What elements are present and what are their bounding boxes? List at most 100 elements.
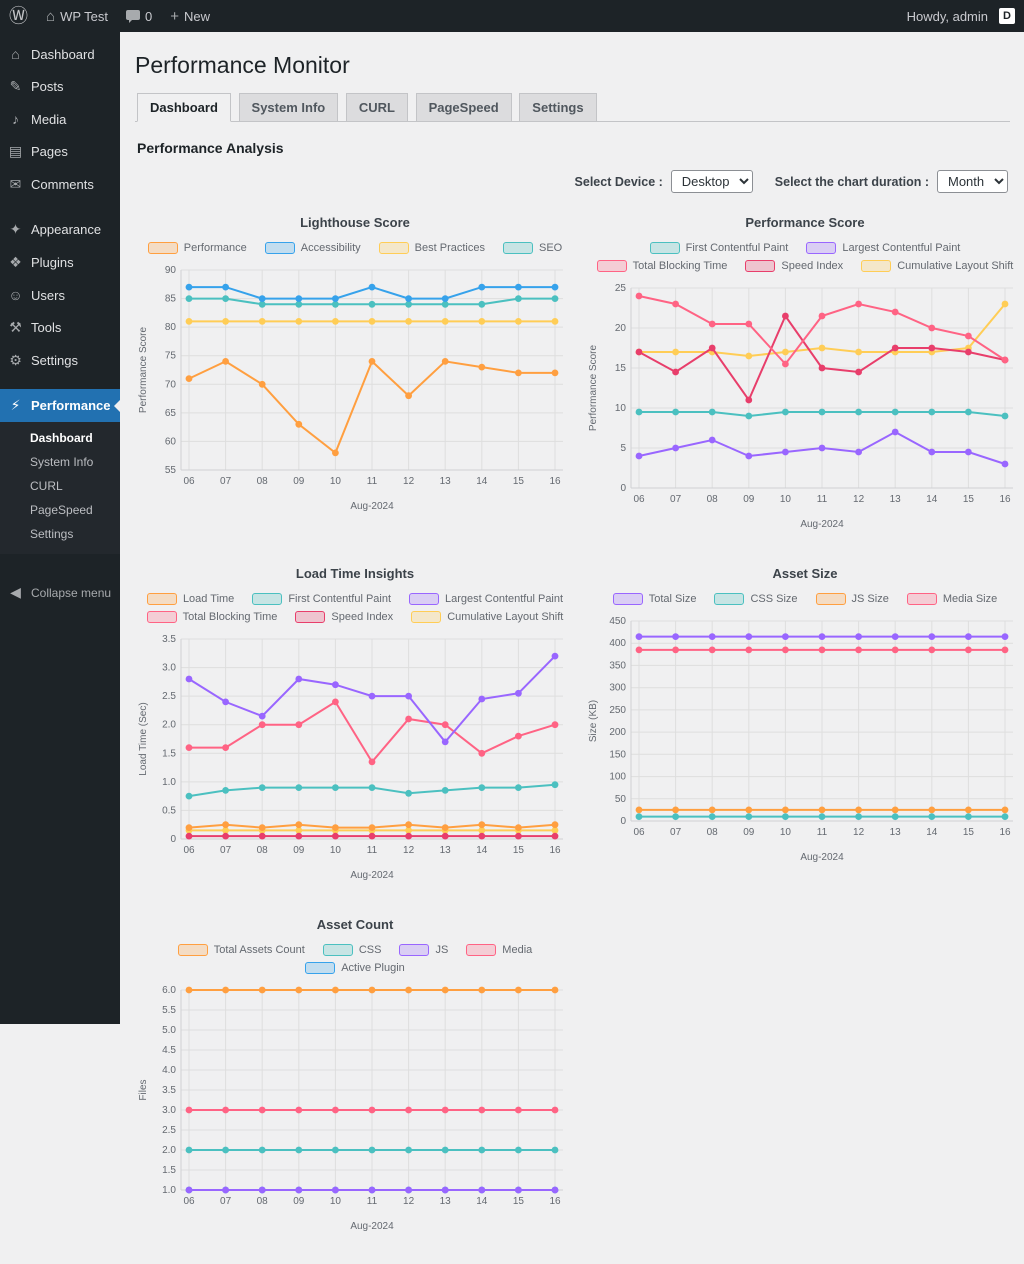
sidebar-item-tools[interactable]: ⚒ Tools [0, 311, 120, 344]
legend-item[interactable]: Largest Contentful Paint [806, 242, 960, 254]
sidebar-item-label: Tools [31, 320, 61, 335]
svg-text:06: 06 [183, 1196, 195, 1207]
submenu-item-dashboard[interactable]: Dashboard [0, 426, 120, 450]
legend-label: Accessibility [301, 242, 361, 254]
site-name-link[interactable]: ⌂ WP Test [37, 0, 117, 32]
sidebar-item-settings[interactable]: ⚙ Settings [0, 344, 120, 377]
users-icon: ☺ [8, 287, 23, 303]
line-chart: 55606570758085900607080910111213141516Au… [135, 262, 575, 514]
legend-item[interactable]: First Contentful Paint [650, 242, 789, 254]
comments-counter[interactable]: 0 [117, 0, 161, 32]
legend-swatch [650, 242, 680, 254]
duration-select[interactable]: Month [937, 170, 1008, 193]
device-select[interactable]: Desktop [671, 170, 753, 193]
svg-text:90: 90 [165, 265, 177, 276]
new-content-button[interactable]: + New [161, 0, 219, 32]
svg-text:85: 85 [165, 294, 177, 305]
legend-item[interactable]: JS [399, 944, 448, 956]
svg-text:15: 15 [513, 1196, 525, 1207]
legend-item[interactable]: Load Time [147, 593, 234, 605]
legend-item[interactable]: Performance [148, 242, 247, 254]
chart-lighthouse-score: Lighthouse Score PerformanceAccessibilit… [135, 215, 575, 532]
tab-system-info[interactable]: System Info [239, 93, 339, 122]
sidebar-item-performance[interactable]: ⚡ Performance [0, 389, 120, 422]
sidebar-item-label: Dashboard [31, 47, 95, 62]
legend-item[interactable]: JS Size [816, 593, 889, 605]
sidebar-item-users[interactable]: ☺ Users [0, 279, 120, 311]
svg-text:Performance Score: Performance Score [138, 326, 149, 413]
svg-text:15: 15 [963, 494, 975, 505]
svg-text:300: 300 [609, 683, 626, 694]
tab-curl[interactable]: CURL [346, 93, 408, 122]
collapse-menu-wrap: ◀ Collapse menu [0, 554, 120, 609]
my-account-menu[interactable]: Howdy, admin D [898, 0, 1024, 32]
legend-item[interactable]: Media Size [907, 593, 997, 605]
plugins-icon: ❖ [8, 254, 23, 271]
legend-swatch [379, 242, 409, 254]
legend-item[interactable]: CSS Size [714, 593, 797, 605]
submenu-item-pagespeed[interactable]: PageSpeed [0, 498, 120, 522]
chart-title: Performance Score [745, 215, 864, 230]
dashboard-icon: ⌂ [8, 46, 23, 62]
svg-text:13: 13 [440, 845, 452, 856]
wordpress-logo[interactable]: Ⓦ [0, 0, 37, 32]
svg-text:07: 07 [220, 1196, 232, 1207]
sidebar-item-pages[interactable]: ▤ Pages [0, 135, 120, 168]
tools-icon: ⚒ [8, 319, 23, 336]
svg-text:11: 11 [817, 827, 828, 838]
legend-swatch [466, 944, 496, 956]
chart-legend: Load Time First Contentful Paint Largest C… [145, 593, 565, 623]
legend-item[interactable]: SEO [503, 242, 562, 254]
svg-text:70: 70 [165, 379, 177, 390]
svg-text:5: 5 [620, 443, 626, 454]
svg-text:11: 11 [367, 845, 378, 856]
svg-text:06: 06 [633, 827, 645, 838]
collapse-menu-button[interactable]: ◀ Collapse menu [0, 576, 120, 609]
svg-text:400: 400 [609, 638, 626, 649]
legend-item[interactable]: Speed Index [295, 611, 393, 623]
legend-item[interactable]: Total Size [613, 593, 697, 605]
legend-item[interactable]: Active Plugin [305, 962, 405, 974]
comments-count: 0 [145, 9, 152, 24]
legend-item[interactable]: Largest Contentful Paint [409, 593, 563, 605]
svg-text:11: 11 [817, 494, 828, 505]
legend-label: Speed Index [331, 611, 393, 623]
sidebar-item-plugins[interactable]: ❖ Plugins [0, 246, 120, 279]
svg-text:75: 75 [165, 351, 177, 362]
legend-item[interactable]: Best Practices [379, 242, 485, 254]
svg-text:150: 150 [609, 749, 626, 760]
svg-text:1.0: 1.0 [162, 777, 176, 788]
legend-swatch [399, 944, 429, 956]
legend-item[interactable]: Total Assets Count [178, 944, 305, 956]
sidebar-item-label: Pages [31, 144, 68, 159]
sidebar-item-posts[interactable]: ✎ Posts [0, 70, 120, 103]
legend-item[interactable]: Media [466, 944, 532, 956]
legend-label: First Contentful Paint [288, 593, 391, 605]
plus-icon: + [170, 9, 179, 24]
legend-item[interactable]: Accessibility [265, 242, 361, 254]
sidebar-item-media[interactable]: ♪ Media [0, 103, 120, 135]
submenu-item-settings[interactable]: Settings [0, 522, 120, 546]
tab-dashboard[interactable]: Dashboard [137, 93, 231, 122]
svg-text:10: 10 [615, 403, 627, 414]
sidebar-item-comments[interactable]: ✉ Comments [0, 168, 120, 201]
legend-item[interactable]: CSS [323, 944, 382, 956]
legend-item[interactable]: Cumulative Layout Shift [411, 611, 563, 623]
svg-text:Aug-2024: Aug-2024 [350, 1221, 394, 1232]
tab-pagespeed[interactable]: PageSpeed [416, 93, 512, 122]
submenu-item-system-info[interactable]: System Info [0, 450, 120, 474]
svg-text:15: 15 [513, 845, 525, 856]
sidebar-item-appearance[interactable]: ✦ Appearance [0, 213, 120, 246]
legend-label: Load Time [183, 593, 234, 605]
legend-item[interactable]: Cumulative Layout Shift [861, 260, 1013, 272]
legend-item[interactable]: Speed Index [745, 260, 843, 272]
submenu-item-curl[interactable]: CURL [0, 474, 120, 498]
legend-item[interactable]: First Contentful Paint [252, 593, 391, 605]
svg-text:200: 200 [609, 727, 626, 738]
legend-label: Largest Contentful Paint [445, 593, 563, 605]
legend-item[interactable]: Total Blocking Time [597, 260, 728, 272]
legend-label: Media [502, 944, 532, 956]
legend-item[interactable]: Total Blocking Time [147, 611, 278, 623]
sidebar-item-dashboard[interactable]: ⌂ Dashboard [0, 38, 120, 70]
tab-settings[interactable]: Settings [519, 93, 596, 122]
